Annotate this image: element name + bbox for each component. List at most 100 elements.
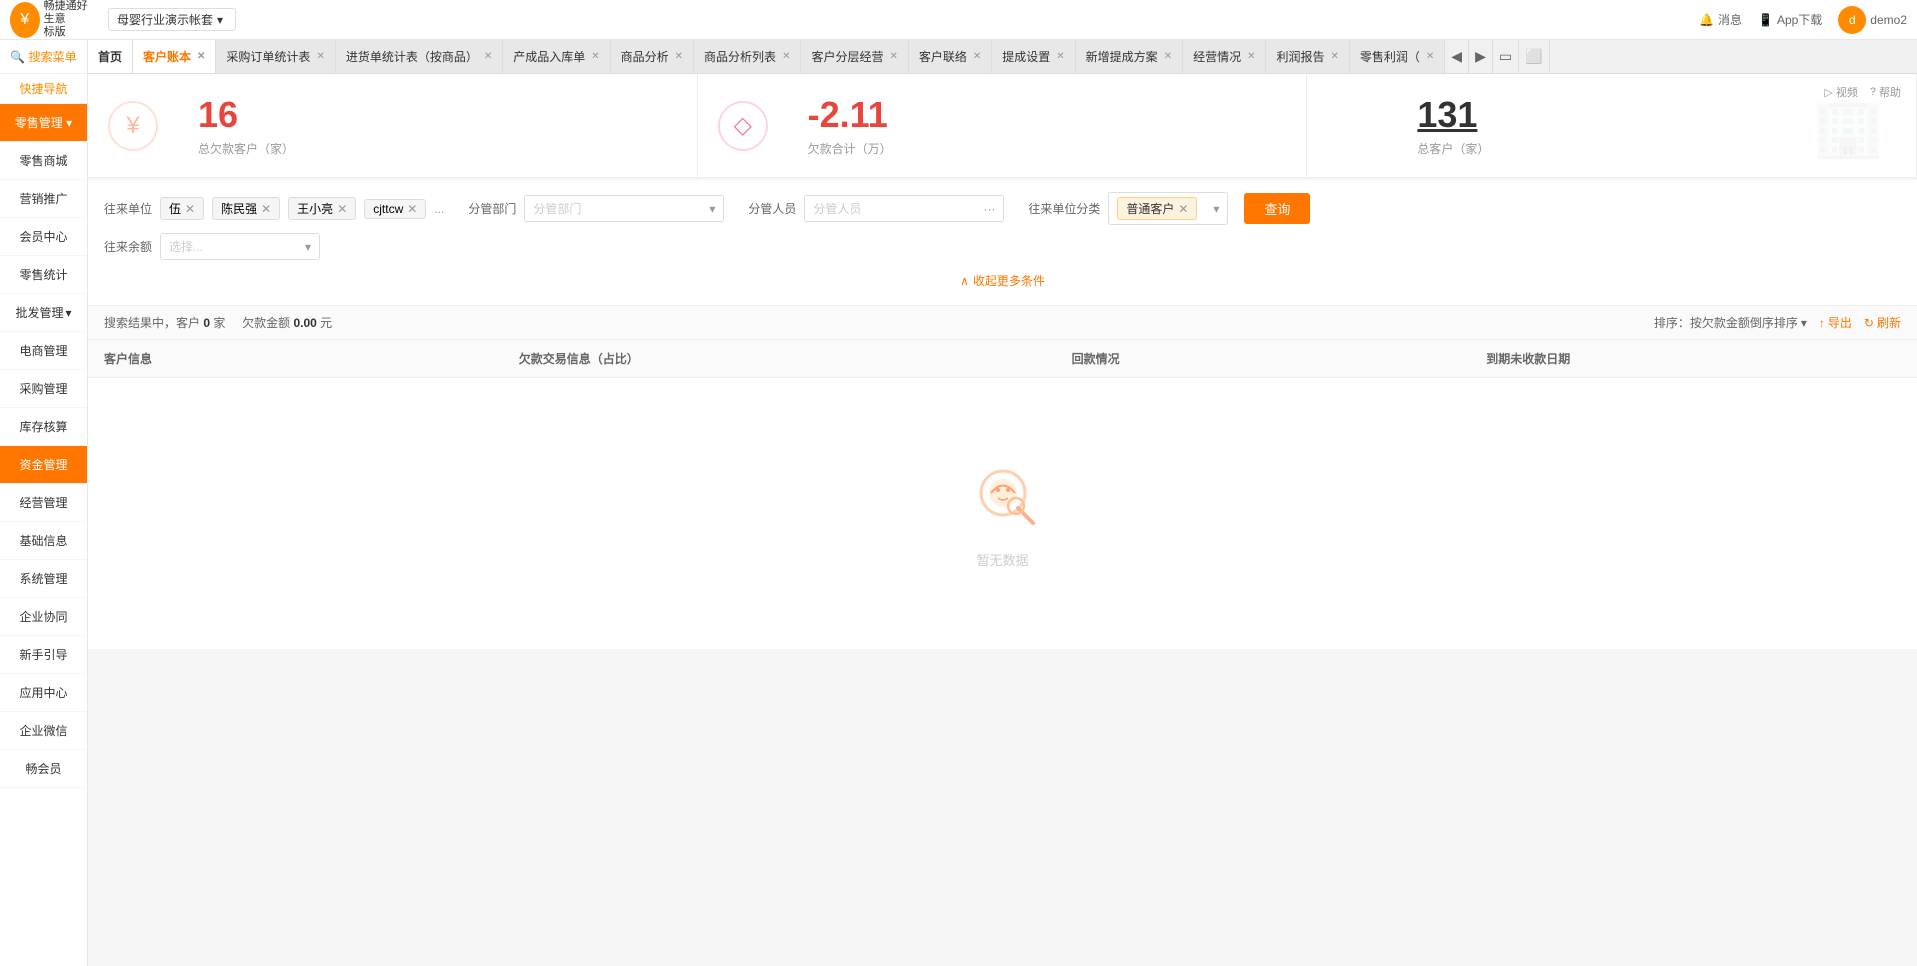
sidebar-item-ecommerce[interactable]: 电商管理 bbox=[0, 332, 87, 370]
tab-maximize[interactable]: ⬜ bbox=[1519, 40, 1549, 74]
empty-illustration bbox=[963, 458, 1043, 538]
filter-more-units[interactable]: ... bbox=[434, 202, 444, 216]
tab-close-icon[interactable]: ✕ bbox=[973, 51, 981, 62]
tab-product-analysis-list[interactable]: 商品分析列表 ✕ bbox=[694, 40, 801, 74]
sidebar-item-finance[interactable]: 资金管理 bbox=[0, 446, 87, 484]
tab-close-icon[interactable]: ✕ bbox=[197, 51, 205, 62]
chevron-up-icon: ∧ bbox=[960, 274, 969, 288]
tab-goods-stats[interactable]: 进货单统计表（按商品） ✕ bbox=[336, 40, 503, 74]
sidebar-item-retail[interactable]: 零售管理 ▾ bbox=[0, 104, 87, 142]
sidebar-item-operations[interactable]: 经营管理 bbox=[0, 484, 87, 522]
stat-value-customers: 16 bbox=[198, 94, 294, 136]
tab-minimize[interactable]: ▭ bbox=[1493, 40, 1519, 74]
tab-close-icon[interactable]: ✕ bbox=[889, 51, 897, 62]
tab-production[interactable]: 产成品入库单 ✕ bbox=[503, 40, 610, 74]
tab-customer-ledger[interactable]: 客户账本 ✕ bbox=[133, 40, 216, 74]
col-header-customer: 客户信息 bbox=[104, 350, 519, 367]
sidebar-item-inventory[interactable]: 库存核算 bbox=[0, 408, 87, 446]
tab-close-icon[interactable]: ✕ bbox=[1331, 51, 1339, 62]
tab-nav-next[interactable]: ▶ bbox=[1469, 40, 1493, 74]
sort-button[interactable]: 排序：按欠款金额倒序排序 ▾ bbox=[1654, 314, 1807, 331]
quick-nav[interactable]: 快捷导航 bbox=[0, 74, 87, 104]
sidebar-item-retail-stats[interactable]: 零售统计 bbox=[0, 256, 87, 294]
export-icon: ↑ bbox=[1819, 316, 1825, 330]
sidebar-item-enterprise[interactable]: 企业协同 bbox=[0, 598, 87, 636]
bell-icon: 🔔 bbox=[1699, 13, 1714, 27]
sidebar-item-retail-mall[interactable]: 零售商城 bbox=[0, 142, 87, 180]
chevron-down-icon: ▾ bbox=[65, 306, 71, 320]
filter-balance-select[interactable]: 选择... ▾ bbox=[160, 233, 320, 260]
content-area: 首页 客户账本 ✕ 采购订单统计表 ✕ 进货单统计表（按商品） ✕ 产成品入库单… bbox=[88, 40, 1917, 966]
stat-value-total: 131 bbox=[1417, 94, 1489, 136]
user-profile[interactable]: d demo2 bbox=[1838, 6, 1907, 34]
tab-close-icon[interactable]: ✕ bbox=[1056, 51, 1064, 62]
remove-unit-class-icon[interactable]: ✕ bbox=[1178, 202, 1188, 216]
data-table: 客户信息 欠款交易信息（占比） 回款情况 到期未收款日期 bbox=[88, 340, 1917, 649]
messages-button[interactable]: 🔔 消息 bbox=[1699, 11, 1742, 28]
remove-wu-icon[interactable]: ✕ bbox=[185, 202, 195, 216]
tab-product-analysis[interactable]: 商品分析 ✕ bbox=[611, 40, 694, 74]
stat-label-total: 总客户（家） bbox=[1417, 140, 1489, 157]
logo-text: 畅捷通好生意 标版 bbox=[44, 0, 98, 39]
query-button[interactable]: 查询 bbox=[1244, 193, 1310, 224]
store-selector[interactable]: 母婴行业演示帐套 ▾ bbox=[108, 8, 236, 31]
tab-commission-setting[interactable]: 提成设置 ✕ bbox=[992, 40, 1075, 74]
tab-close-icon[interactable]: ✕ bbox=[316, 51, 324, 62]
filter-dept-select[interactable]: 分管部门 ▾ bbox=[524, 195, 724, 222]
tab-close-icon[interactable]: ✕ bbox=[1164, 51, 1172, 62]
sidebar-item-purchase[interactable]: 采购管理 bbox=[0, 370, 87, 408]
col-header-date: 到期未收款日期 bbox=[1486, 350, 1901, 367]
refresh-button[interactable]: ↻ 刷新 bbox=[1864, 314, 1901, 331]
tab-close-icon[interactable]: ✕ bbox=[675, 51, 683, 62]
tab-close-icon[interactable]: ✕ bbox=[782, 51, 790, 62]
filter-unit-class-select[interactable]: 普通客户 ✕ ▾ bbox=[1108, 192, 1228, 225]
tab-nav-prev[interactable]: ◀ bbox=[1445, 40, 1469, 74]
top-header: ¥ 畅捷通好生意 标版 母婴行业演示帐套 ▾ 🔔 消息 📱 App下载 d de… bbox=[0, 0, 1917, 40]
tab-home[interactable]: 首页 bbox=[88, 40, 133, 74]
filter-tag-wang[interactable]: 王小亮 ✕ bbox=[288, 197, 356, 220]
tab-close-icon[interactable]: ✕ bbox=[1247, 51, 1255, 62]
page-content: ¥ 16 总欠款客户（家） ◇ -2.11 欠款合计（万） bbox=[88, 74, 1917, 966]
stat-bg-circle-1: ¥ bbox=[108, 101, 158, 151]
sidebar-item-basic-info[interactable]: 基础信息 bbox=[0, 522, 87, 560]
video-help-area: ▷ 视频 ? 帮助 bbox=[1824, 84, 1901, 100]
unit-class-tag[interactable]: 普通客户 ✕ bbox=[1117, 197, 1197, 220]
chevron-down-icon: ▾ bbox=[66, 116, 72, 130]
chevron-down-icon: ▾ bbox=[1801, 316, 1807, 330]
sidebar-item-wechat[interactable]: 企业微信 bbox=[0, 712, 87, 750]
export-button[interactable]: ↑ 导出 bbox=[1819, 314, 1852, 331]
filter-tag-cjttcw[interactable]: cjttcw ✕ bbox=[364, 199, 426, 219]
logo-icon: ¥ bbox=[10, 2, 40, 38]
sidebar-item-newbie[interactable]: 新手引导 bbox=[0, 636, 87, 674]
tab-profit-report[interactable]: 利润报告 ✕ bbox=[1266, 40, 1349, 74]
stat-block-debt: ◇ -2.11 欠款合计（万） bbox=[698, 74, 1308, 177]
tab-retail-profit[interactable]: 零售利润（ ✕ bbox=[1350, 40, 1445, 74]
tab-customer-segment[interactable]: 客户分层经营 ✕ bbox=[801, 40, 908, 74]
tab-add-commission[interactable]: 新增提成方案 ✕ bbox=[1076, 40, 1183, 74]
sidebar-search[interactable]: 🔍 搜索菜单 bbox=[0, 40, 87, 74]
video-button[interactable]: ▷ 视频 bbox=[1824, 84, 1857, 100]
sidebar-item-app-center[interactable]: 应用中心 bbox=[0, 674, 87, 712]
collapse-filter-button[interactable]: ∧ 收起更多条件 bbox=[104, 268, 1901, 293]
filter-tag-wu[interactable]: 伍 ✕ bbox=[160, 197, 204, 220]
tab-customer-contact[interactable]: 客户联络 ✕ bbox=[909, 40, 992, 74]
filter-tag-chen[interactable]: 陈民强 ✕ bbox=[212, 197, 280, 220]
tab-close-icon[interactable]: ✕ bbox=[591, 51, 599, 62]
filter-bar: 往来单位 伍 ✕ 陈民强 ✕ 王小亮 ✕ cjttcw bbox=[88, 180, 1917, 306]
sidebar-item-member2[interactable]: 畅会员 bbox=[0, 750, 87, 788]
help-button[interactable]: ? 帮助 bbox=[1870, 84, 1901, 100]
remove-wang-icon[interactable]: ✕ bbox=[337, 202, 347, 216]
sidebar-item-marketing[interactable]: 营销推广 bbox=[0, 180, 87, 218]
app-download-button[interactable]: 📱 App下载 bbox=[1758, 11, 1822, 28]
tab-purchase-order-stats[interactable]: 采购订单统计表 ✕ bbox=[216, 40, 335, 74]
sidebar-item-wholesale[interactable]: 批发管理 ▾ bbox=[0, 294, 87, 332]
sidebar-item-system[interactable]: 系统管理 bbox=[0, 560, 87, 598]
remove-chen-icon[interactable]: ✕ bbox=[261, 202, 271, 216]
remove-cjttcw-icon[interactable]: ✕ bbox=[407, 202, 417, 216]
tab-operations[interactable]: 经营情况 ✕ bbox=[1183, 40, 1266, 74]
tab-close-icon[interactable]: ✕ bbox=[1426, 51, 1434, 62]
sidebar: 🔍 搜索菜单 快捷导航 零售管理 ▾ 零售商城 营销推广 会员中心 零售统计 批… bbox=[0, 40, 88, 966]
tab-close-icon[interactable]: ✕ bbox=[484, 51, 492, 62]
filter-person-select[interactable]: 分管人员 ··· bbox=[804, 195, 1004, 222]
sidebar-item-member[interactable]: 会员中心 bbox=[0, 218, 87, 256]
